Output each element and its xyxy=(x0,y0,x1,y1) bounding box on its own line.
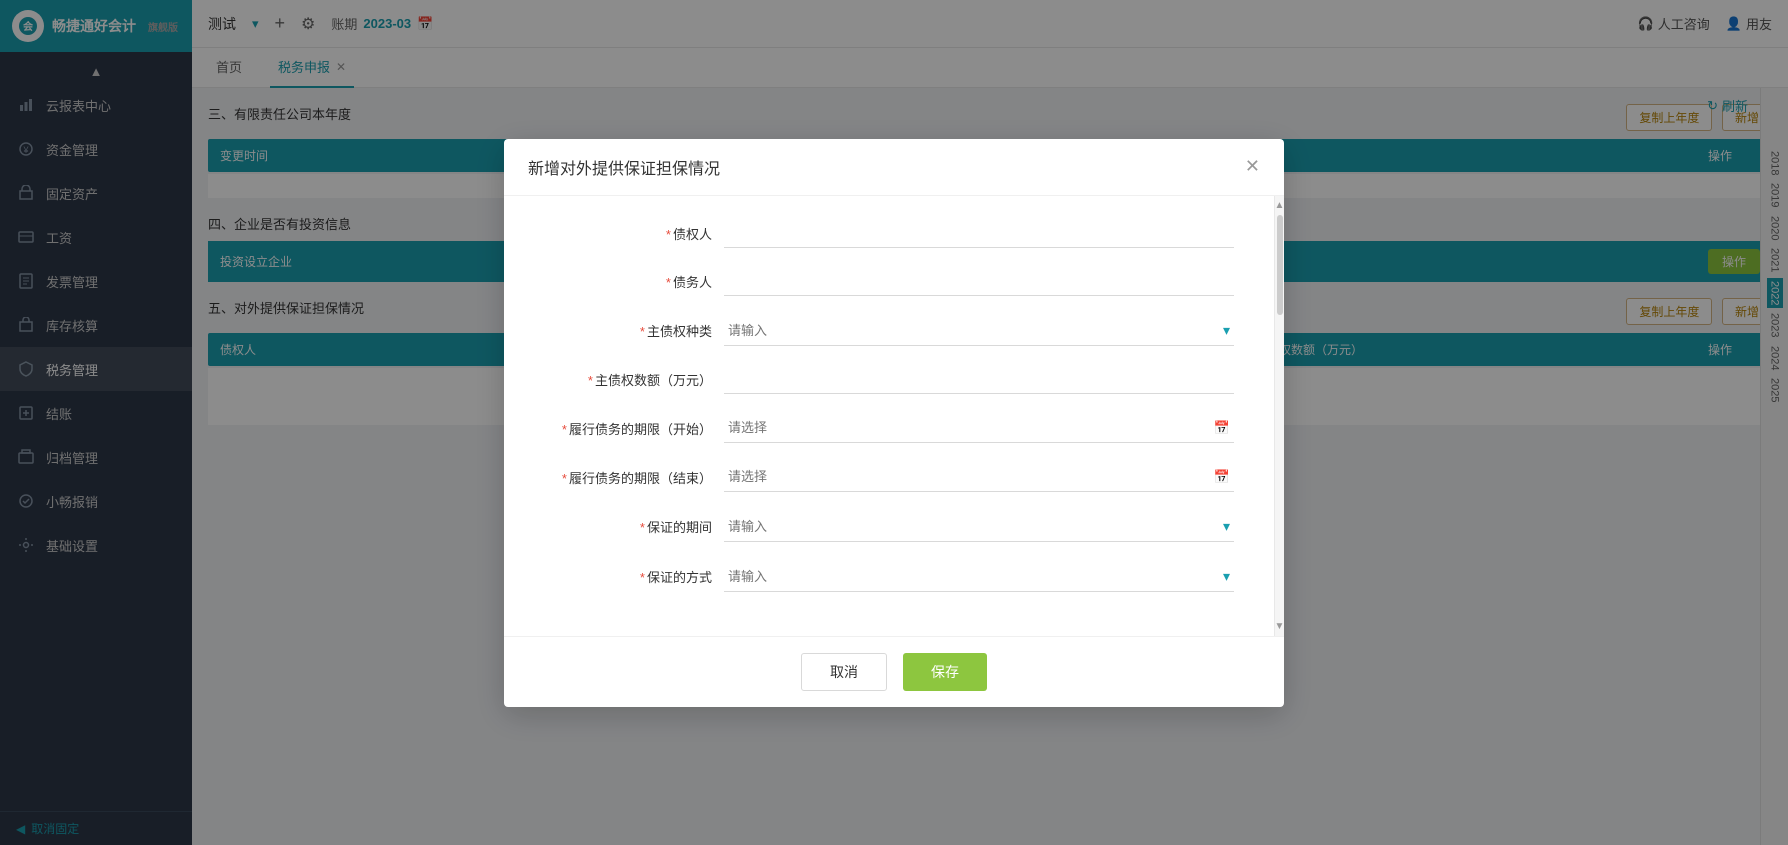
period-end-label: *履行债务的期限（结束） xyxy=(544,468,724,487)
modal: 新增对外提供保证担保情况 ✕ *债权人 *债务人 xyxy=(504,139,1284,707)
form-row-guarantee-method: *保证的方式 ▾ xyxy=(544,562,1234,592)
scrollbar-thumb[interactable] xyxy=(1277,215,1283,315)
required-star: * xyxy=(640,520,645,535)
guarantee-period-label: *保证的期间 xyxy=(544,517,724,536)
save-button[interactable]: 保存 xyxy=(903,653,987,691)
claim-amount-input[interactable] xyxy=(724,366,1234,394)
required-star: * xyxy=(666,275,671,290)
period-end-calendar-icon[interactable]: 📅 xyxy=(1214,469,1230,485)
modal-title: 新增对外提供保证担保情况 xyxy=(528,155,720,179)
required-star: * xyxy=(666,227,671,242)
guarantee-method-select[interactable]: ▾ xyxy=(724,562,1234,592)
scrollbar-up-icon[interactable]: ▲ xyxy=(1275,200,1284,211)
modal-content-wrapper: *债权人 *债务人 *主债权种类 xyxy=(504,196,1284,636)
claim-type-label: *主债权种类 xyxy=(544,321,724,340)
guarantee-method-arrow-icon: ▾ xyxy=(1223,568,1230,585)
claim-type-arrow-icon: ▾ xyxy=(1223,322,1230,339)
modal-body: *债权人 *债务人 *主债权种类 xyxy=(504,196,1274,636)
guarantee-period-input[interactable] xyxy=(728,519,1223,534)
creditor-label: *债权人 xyxy=(544,224,724,243)
claim-type-select[interactable]: ▾ xyxy=(724,316,1234,346)
period-start-label: *履行债务的期限（开始） xyxy=(544,419,724,438)
required-star: * xyxy=(640,570,645,585)
claim-amount-label: *主债权数额（万元） xyxy=(544,370,724,389)
form-row-period-end: *履行债务的期限（结束） 📅 xyxy=(544,463,1234,492)
modal-footer: 取消 保存 xyxy=(504,636,1284,707)
period-start-calendar-icon[interactable]: 📅 xyxy=(1214,420,1230,436)
form-row-guarantee-period: *保证的期间 ▾ xyxy=(544,512,1234,542)
period-end-input[interactable] xyxy=(728,469,1214,484)
required-star: * xyxy=(562,471,567,486)
modal-scrollbar: ▲ ▼ xyxy=(1274,196,1284,636)
required-star: * xyxy=(640,324,645,339)
guarantee-method-label: *保证的方式 xyxy=(544,567,724,586)
scrollbar-track xyxy=(1277,215,1283,617)
claim-type-input[interactable] xyxy=(728,323,1223,338)
required-star: * xyxy=(562,422,567,437)
form-row-debtor: *债务人 xyxy=(544,268,1234,296)
guarantee-method-input[interactable] xyxy=(728,569,1223,584)
modal-close-button[interactable]: ✕ xyxy=(1245,156,1260,177)
form-row-period-start: *履行债务的期限（开始） 📅 xyxy=(544,414,1234,443)
creditor-input[interactable] xyxy=(724,220,1234,248)
modal-header: 新增对外提供保证担保情况 ✕ xyxy=(504,139,1284,196)
debtor-label: *债务人 xyxy=(544,272,724,291)
modal-overlay: 新增对外提供保证担保情况 ✕ *债权人 *债务人 xyxy=(0,0,1788,845)
period-start-input[interactable] xyxy=(728,420,1214,435)
required-star: * xyxy=(588,373,593,388)
form-row-claim-type: *主债权种类 ▾ xyxy=(544,316,1234,346)
form-row-creditor: *债权人 xyxy=(544,220,1234,248)
cancel-button[interactable]: 取消 xyxy=(801,653,887,691)
debtor-input[interactable] xyxy=(724,268,1234,296)
period-start-date[interactable]: 📅 xyxy=(724,414,1234,443)
guarantee-period-arrow-icon: ▾ xyxy=(1223,518,1230,535)
form-row-claim-amount: *主债权数额（万元） xyxy=(544,366,1234,394)
scrollbar-down-icon[interactable]: ▼ xyxy=(1275,621,1284,632)
period-end-date[interactable]: 📅 xyxy=(724,463,1234,492)
guarantee-period-select[interactable]: ▾ xyxy=(724,512,1234,542)
